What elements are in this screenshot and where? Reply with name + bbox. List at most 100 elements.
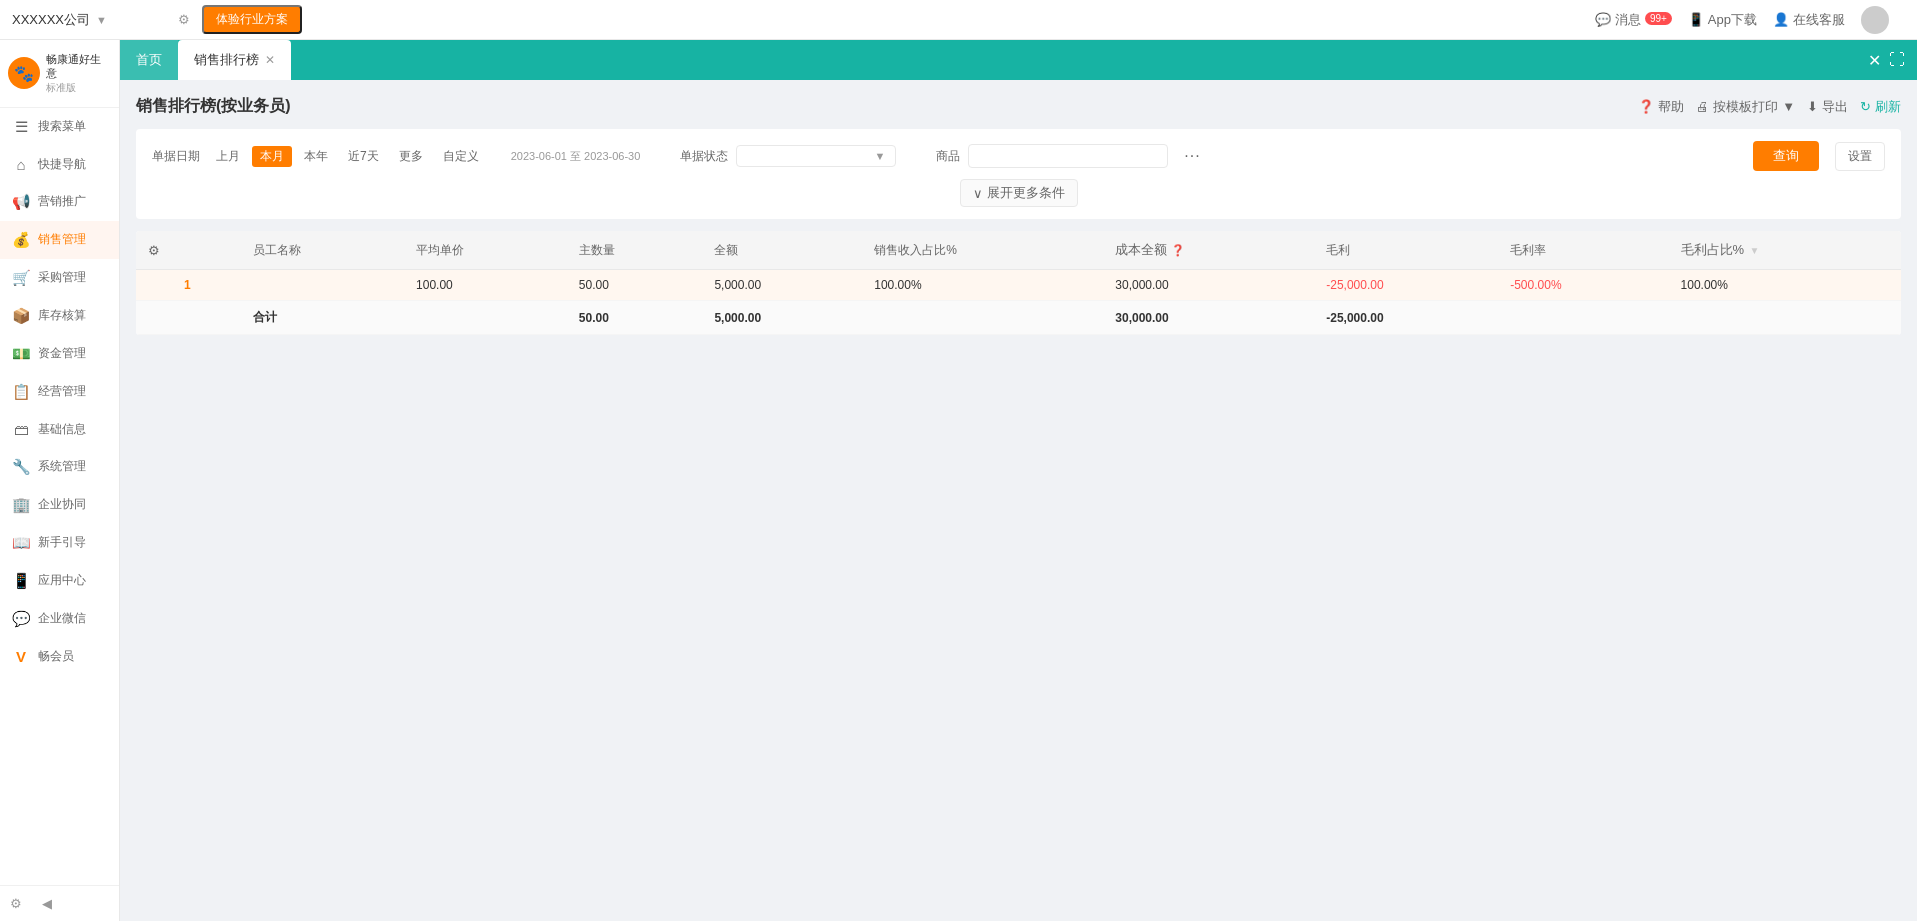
col-amount: 全额 <box>702 231 862 270</box>
more-filters-btn[interactable]: ··· <box>1184 147 1200 165</box>
finance-label: 资金管理 <box>38 345 86 362</box>
basic-info-label: 基础信息 <box>38 421 86 438</box>
footer-row: 合计 50.00 5,000.00 30,000.00 -25,000.00 <box>136 301 1901 335</box>
tab-home-label: 首页 <box>136 51 162 69</box>
col-sales-pct: 销售收入占比% <box>862 231 1103 270</box>
page-actions: ❓ 帮助 🖨 按模板打印 ▼ ⬇ 导出 ↻ 刷新 <box>1638 98 1901 116</box>
sidebar-item-wechat[interactable]: 💬 企业微信 <box>0 600 119 638</box>
online-support-btn[interactable]: 👤 在线客服 <box>1773 11 1845 29</box>
trial-button[interactable]: 体验行业方案 <box>202 5 302 34</box>
query-button[interactable]: 查询 <box>1753 141 1819 171</box>
sidebar-item-finance[interactable]: 💵 资金管理 <box>0 335 119 373</box>
company-selector[interactable]: XXXXXX公司 ▼ <box>12 11 172 29</box>
search-order-icon: ☰ <box>12 118 30 136</box>
date-tab-custom[interactable]: 自定义 <box>435 146 487 167</box>
goods-input-wrapper[interactable] <box>968 144 1168 168</box>
export-icon: ⬇ <box>1807 99 1818 114</box>
date-filter: 单据日期 上月 本月 本年 近7天 更多 自定义 <box>152 146 487 167</box>
col-avg-price: 平均单价 <box>404 231 567 270</box>
tab-close-btn[interactable]: ✕ <box>265 53 275 67</box>
logo-text: 畅康通好生意 标准版 <box>46 52 111 95</box>
member-icon: V <box>12 648 30 665</box>
app-center-label: 应用中心 <box>38 572 86 589</box>
refresh-btn[interactable]: ↻ 刷新 <box>1860 98 1901 116</box>
status-select[interactable]: ▼ <box>736 145 896 167</box>
expand-conditions-btn[interactable]: ∨ 展开更多条件 <box>960 179 1078 207</box>
cost-amount-help-icon[interactable]: ❓ <box>1171 244 1185 256</box>
footer-avg-price <box>404 301 567 335</box>
logo-title: 畅康通好生意 <box>46 52 111 81</box>
sidebar-item-enterprise[interactable]: 🏢 企业协同 <box>0 486 119 524</box>
sidebar-item-purchase[interactable]: 🛒 采购管理 <box>0 259 119 297</box>
guide-label: 新手引导 <box>38 534 86 551</box>
tab-close-all-icon[interactable]: ✕ <box>1868 51 1881 70</box>
sidebar-settings-icon: ⚙ <box>10 896 22 911</box>
date-range-text: 2023-06-01 至 2023-06-30 <box>511 150 641 162</box>
cell-gross-profit: -25,000.00 <box>1314 270 1498 301</box>
system-label: 系统管理 <box>38 458 86 475</box>
table-settings-icon[interactable]: ⚙ <box>148 243 160 258</box>
table-header: ⚙ 员工名称 平均单价 主数量 全额 销售收入占比% 成本全额 ❓ <box>136 231 1901 270</box>
sidebar-item-basic-info[interactable]: 🗃 基础信息 <box>0 411 119 448</box>
col-employee: 员工名称 <box>241 231 404 270</box>
help-btn[interactable]: ❓ 帮助 <box>1638 98 1684 116</box>
sidebar-item-system[interactable]: 🔧 系统管理 <box>0 448 119 486</box>
message-icon: 💬 <box>1595 12 1611 27</box>
export-btn[interactable]: ⬇ 导出 <box>1807 98 1848 116</box>
footer-rank-cell <box>172 301 241 335</box>
company-arrow: ▼ <box>96 14 107 26</box>
system-icon: 🔧 <box>12 458 30 476</box>
logo-icon: 🐾 <box>8 57 40 89</box>
top-bar-right: 💬 消息 99+ 📱 App下载 👤 在线客服 <box>1595 6 1905 34</box>
date-tab-current-year[interactable]: 本年 <box>296 146 336 167</box>
expand-icon: ∨ <box>973 186 983 201</box>
message-btn[interactable]: 💬 消息 99+ <box>1595 11 1672 29</box>
export-label: 导出 <box>1822 98 1848 116</box>
date-tab-last-month[interactable]: 上月 <box>208 146 248 167</box>
sidebar-item-search-order[interactable]: ☰ 搜索菜单 <box>0 108 119 146</box>
footer-sales-pct <box>862 301 1103 335</box>
expand-row: ∨ 展开更多条件 <box>152 179 1885 207</box>
settings-icon[interactable]: ⚙ <box>178 12 190 27</box>
operations-label: 经营管理 <box>38 383 86 400</box>
app-download-btn[interactable]: 📱 App下载 <box>1688 11 1757 29</box>
basic-info-icon: 🗃 <box>12 421 30 438</box>
tab-sales-rank[interactable]: 销售排行榜 ✕ <box>178 40 291 80</box>
date-tab-more[interactable]: 更多 <box>391 146 431 167</box>
sidebar-item-quick-nav[interactable]: ⌂ 快捷导航 <box>0 146 119 183</box>
purchase-label: 采购管理 <box>38 269 86 286</box>
purchase-icon: 🛒 <box>12 269 30 287</box>
sidebar-item-sales[interactable]: 💰 销售管理 <box>0 221 119 259</box>
setting-button[interactable]: 设置 <box>1835 142 1885 171</box>
sidebar-item-member[interactable]: V 畅会员 <box>0 638 119 675</box>
footer-amount: 5,000.00 <box>702 301 862 335</box>
sidebar-item-inventory[interactable]: 📦 库存核算 <box>0 297 119 335</box>
goods-filter: 商品 <box>936 144 1168 168</box>
company-name: XXXXXX公司 <box>12 11 90 29</box>
tab-home[interactable]: 首页 <box>120 40 178 80</box>
enterprise-label: 企业协同 <box>38 496 86 513</box>
sidebar-item-marketing[interactable]: 📢 营销推广 <box>0 183 119 221</box>
sidebar-item-app-center[interactable]: 📱 应用中心 <box>0 562 119 600</box>
goods-input[interactable] <box>979 149 1157 163</box>
print-btn[interactable]: 🖨 按模板打印 ▼ <box>1696 98 1795 116</box>
expand-label: 展开更多条件 <box>987 184 1065 202</box>
logo-subtitle: 标准版 <box>46 81 111 95</box>
avatar[interactable] <box>1861 6 1889 34</box>
sidebar-settings-btn[interactable]: ⚙ <box>0 886 32 921</box>
page-header: 销售排行榜(按业务员) ❓ 帮助 🖨 按模板打印 ▼ ⬇ 导出 <box>136 96 1901 117</box>
sidebar-collapse-btn[interactable]: ◀ <box>32 886 62 921</box>
sidebar-item-operations[interactable]: 📋 经营管理 <box>0 373 119 411</box>
search-order-label: 搜索菜单 <box>38 118 86 135</box>
cell-rank: 1 <box>172 270 241 301</box>
col-settings[interactable]: ⚙ <box>136 231 172 270</box>
enterprise-icon: 🏢 <box>12 496 30 514</box>
date-tab-last-7-days[interactable]: 近7天 <box>340 146 387 167</box>
date-tab-current-month[interactable]: 本月 <box>252 146 292 167</box>
gross-pct-sort-icon[interactable]: ▼ <box>1749 245 1759 256</box>
sidebar-item-guide[interactable]: 📖 新手引导 <box>0 524 119 562</box>
sales-icon: 💰 <box>12 231 30 249</box>
page-title: 销售排行榜(按业务员) <box>136 96 291 117</box>
quick-nav-label: 快捷导航 <box>38 156 86 173</box>
tab-fullscreen-icon[interactable]: ⛶ <box>1889 51 1905 69</box>
